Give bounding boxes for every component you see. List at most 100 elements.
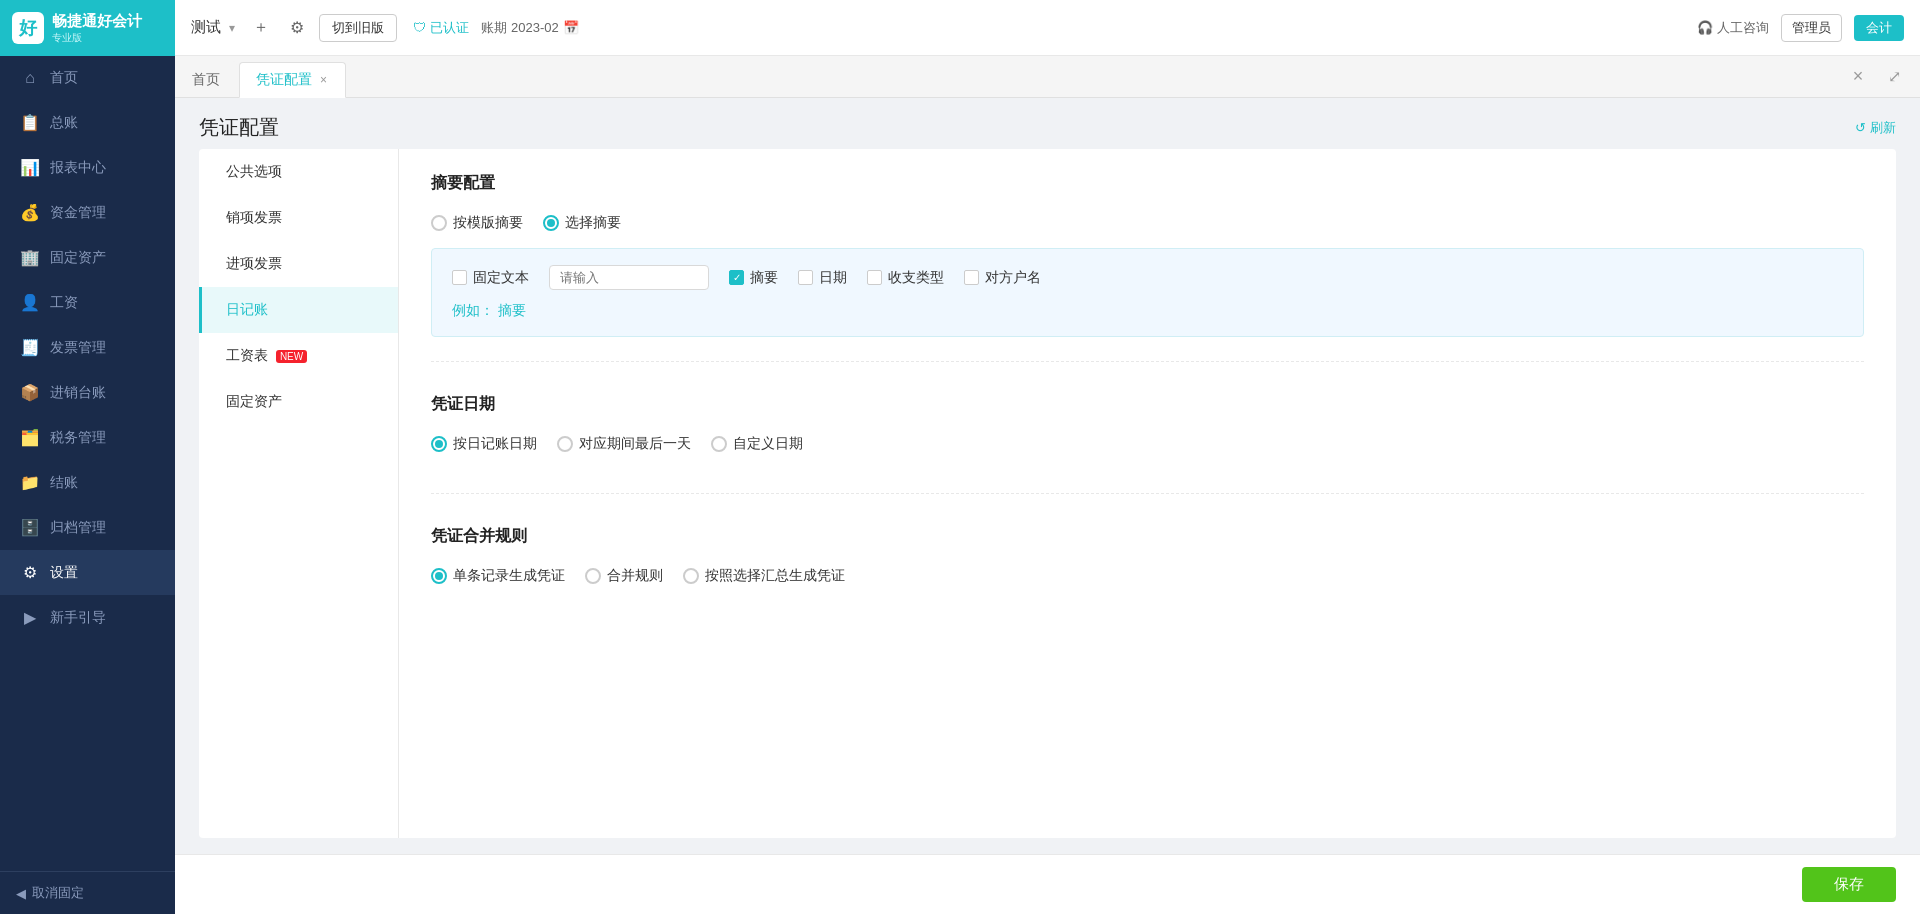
closing-icon: 📁	[20, 473, 40, 492]
company-name: 测试	[191, 18, 221, 37]
date-checkbox[interactable]	[798, 270, 813, 285]
sidebar-item-label-guide: 新手引导	[50, 609, 106, 627]
topbar-right: 🎧 人工咨询 管理员 会计	[1697, 14, 1904, 42]
sidebar-item-invoice[interactable]: 🧾 发票管理	[0, 325, 175, 370]
payment-type-checkbox[interactable]	[867, 270, 882, 285]
custom-date-option[interactable]: 自定义日期	[711, 435, 803, 453]
left-nav-item-journal[interactable]: 日记账	[199, 287, 398, 333]
sidebar-item-payroll[interactable]: 👤 工资	[0, 280, 175, 325]
counterparty-checkbox-label: 对方户名	[985, 269, 1041, 287]
add-btn[interactable]: ＋	[247, 14, 275, 42]
single-record-radio[interactable]	[431, 568, 447, 584]
sidebar-item-label-tax: 税务管理	[50, 429, 106, 447]
sidebar-item-settings[interactable]: ⚙ 设置	[0, 550, 175, 595]
left-nav-item-purchase-invoice[interactable]: 进项发票	[199, 241, 398, 287]
tab-voucher-config[interactable]: 凭证配置 ×	[239, 62, 346, 98]
counterparty-checkbox[interactable]	[964, 270, 979, 285]
left-nav: 公共选项销项发票进项发票日记账工资表 NEW固定资产	[199, 149, 399, 838]
expand-btn[interactable]: ⤢	[1880, 63, 1908, 91]
single-record-option[interactable]: 单条记录生成凭证	[431, 567, 565, 585]
main-area: 测试 ▾ ＋ ⚙ 切到旧版 🛡 已认证 账期 2023-02 📅 🎧 人工咨询 …	[175, 0, 1920, 914]
sidebar-item-closing[interactable]: 📁 结账	[0, 460, 175, 505]
cancel-fixed-btn[interactable]: ◀ 取消固定	[0, 871, 175, 914]
certified-text: 已认证	[430, 19, 469, 37]
left-nav-item-fixed-assets[interactable]: 固定资产	[199, 379, 398, 425]
merge-rules-option[interactable]: 合并规则	[585, 567, 663, 585]
journal-date-label: 按日记账日期	[453, 435, 537, 453]
left-nav-item-sales-invoice[interactable]: 销项发票	[199, 195, 398, 241]
date-section-title: 凭证日期	[431, 394, 1864, 415]
cancel-fixed-label: 取消固定	[32, 884, 84, 902]
tab-home[interactable]: 首页	[175, 61, 237, 97]
sidebar-item-fixed-assets-main[interactable]: 🏢 固定资产	[0, 235, 175, 280]
switch-version-btn[interactable]: 切到旧版	[319, 14, 397, 42]
sidebar-item-reports[interactable]: 📊 报表中心	[0, 145, 175, 190]
role-btn[interactable]: 会计	[1854, 15, 1904, 41]
sidebar-item-funds[interactable]: 💰 资金管理	[0, 190, 175, 235]
period-display: 账期 2023-02 📅	[481, 19, 579, 37]
headset-icon: 🎧	[1697, 20, 1713, 35]
manager-btn[interactable]: 管理员	[1781, 14, 1842, 42]
tab-close-icon[interactable]: ×	[318, 71, 329, 89]
home-icon: ⌂	[20, 69, 40, 87]
sidebar-item-archive[interactable]: 🗄️ 归档管理	[0, 505, 175, 550]
period-last-option[interactable]: 对应期间最后一天	[557, 435, 691, 453]
sidebar-item-label-invoice: 发票管理	[50, 339, 106, 357]
custom-date-radio[interactable]	[711, 436, 727, 452]
sidebar-item-label-payroll: 工资	[50, 294, 78, 312]
left-nav-item-public[interactable]: 公共选项	[199, 149, 398, 195]
fixed-text-checkbox[interactable]	[452, 270, 467, 285]
sidebar-item-tax[interactable]: 🗂️ 税务管理	[0, 415, 175, 460]
sidebar-nav: ⌂ 首页 📋 总账 📊 报表中心 💰 资金管理 🏢 固定资产 👤 工资 🧾 发票…	[0, 56, 175, 871]
tax-icon: 🗂️	[20, 428, 40, 447]
date-option-row: 按日记账日期 对应期间最后一天 自定义日期	[431, 435, 1864, 453]
sidebar-item-home[interactable]: ⌂ 首页	[0, 56, 175, 100]
select-merge-option[interactable]: 按照选择汇总生成凭证	[683, 567, 845, 585]
sidebar-item-label-closing: 结账	[50, 474, 78, 492]
select-merge-radio[interactable]	[683, 568, 699, 584]
period-last-radio[interactable]	[557, 436, 573, 452]
journal-date-option[interactable]: 按日记账日期	[431, 435, 537, 453]
fixed-text-input[interactable]	[549, 265, 709, 290]
select-merge-label: 按照选择汇总生成凭证	[705, 567, 845, 585]
sidebar-item-guide[interactable]: ▶ 新手引导	[0, 595, 175, 640]
period-label: 账期	[481, 19, 507, 37]
summary-select-label: 选择摘要	[565, 214, 621, 232]
pin-icon: ◀	[16, 886, 26, 901]
counterparty-checkbox-item[interactable]: 对方户名	[964, 269, 1041, 287]
summary-template-option[interactable]: 按模版摘要	[431, 214, 523, 232]
right-content: 摘要配置 按模版摘要 选择摘要	[399, 149, 1896, 838]
merge-rules-radio[interactable]	[585, 568, 601, 584]
merge-section-title: 凭证合并规则	[431, 526, 1864, 547]
summary-template-label: 按模版摘要	[453, 214, 523, 232]
save-btn[interactable]: 保存	[1802, 867, 1896, 902]
fixed-assets-main-icon: 🏢	[20, 248, 40, 267]
summary-checkbox[interactable]: ✓	[729, 270, 744, 285]
summary-select-radio[interactable]	[543, 215, 559, 231]
sidebar: 好 畅捷通好会计 专业版 ⌂ 首页 📋 总账 📊 报表中心 💰 资金管理 🏢 固…	[0, 0, 175, 914]
left-nav-item-salary-sheet[interactable]: 工资表 NEW	[199, 333, 398, 379]
page-title: 凭证配置	[199, 114, 279, 141]
sidebar-item-sales[interactable]: 📦 进销台账	[0, 370, 175, 415]
fixed-text-checkbox-item[interactable]: 固定文本	[452, 269, 529, 287]
chevron-down-icon[interactable]: ▾	[229, 21, 235, 35]
summary-option-row: 按模版摘要 选择摘要	[431, 214, 1864, 232]
close-panel-btn[interactable]: ×	[1844, 63, 1872, 91]
payment-type-checkbox-item[interactable]: 收支类型	[867, 269, 944, 287]
summary-section: 摘要配置 按模版摘要 选择摘要	[431, 173, 1864, 362]
help-btn[interactable]: 🎧 人工咨询	[1697, 19, 1769, 37]
bottom-bar: 保存	[175, 854, 1920, 914]
tabbar-right: × ⤢	[1832, 56, 1920, 97]
help-text: 人工咨询	[1717, 19, 1769, 37]
period-value: 2023-02	[511, 20, 559, 35]
refresh-btn[interactable]: ↺ 刷新	[1855, 119, 1896, 137]
calendar-icon[interactable]: 📅	[563, 20, 579, 35]
journal-date-radio[interactable]	[431, 436, 447, 452]
summary-select-option[interactable]: 选择摘要	[543, 214, 621, 232]
summary-checkbox-item[interactable]: ✓ 摘要	[729, 269, 778, 287]
date-checkbox-item[interactable]: 日期	[798, 269, 847, 287]
period-last-label: 对应期间最后一天	[579, 435, 691, 453]
sidebar-item-ledger[interactable]: 📋 总账	[0, 100, 175, 145]
settings-btn[interactable]: ⚙	[283, 14, 311, 42]
summary-template-radio[interactable]	[431, 215, 447, 231]
